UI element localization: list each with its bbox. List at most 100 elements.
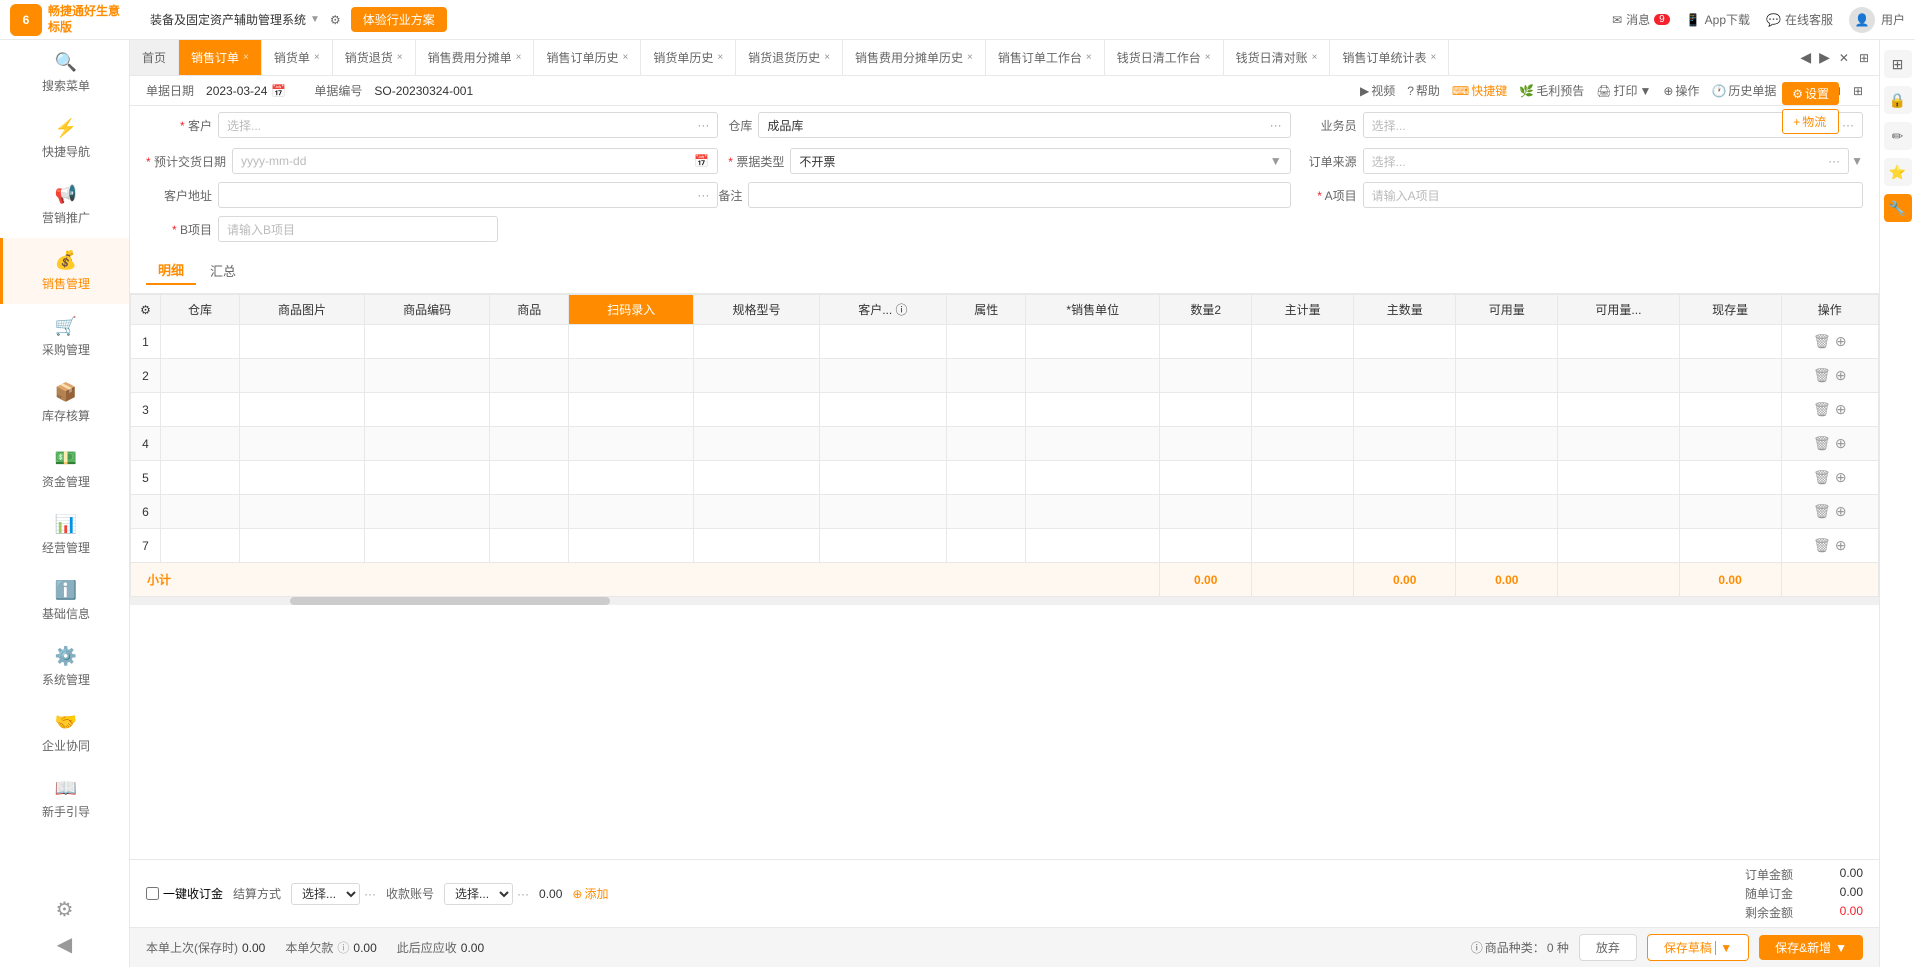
warehouse-input[interactable]: 成品库 ··· [758,112,1290,138]
tab-order-stats[interactable]: 销售订单统计表 × [1330,40,1449,76]
sidebar-item-collab[interactable]: 🤝 企业协同 [0,700,129,766]
help-btn[interactable]: ? 帮助 [1407,82,1440,99]
history-btn[interactable]: 🕐 历史单据 [1711,82,1776,99]
profit-btn[interactable]: 🌿 毛利预告 [1519,82,1584,99]
tab-return-history[interactable]: 销货退货历史 × [736,40,843,76]
settings-btn[interactable]: ⚙ 设置 [1782,82,1839,105]
right-btn-1[interactable]: ⊞ [1884,50,1912,78]
app-download-btn[interactable]: 📱 App下载 [1686,11,1750,28]
delivery-calendar-icon[interactable]: 📅 [694,154,709,168]
material-btn[interactable]: + 物流 [1782,109,1839,134]
tab-close-daily-workbench[interactable]: × [1205,52,1211,63]
row-1-scan[interactable] [569,325,694,359]
row-1-cust-attr[interactable] [819,325,947,359]
row-6-copy-icon[interactable]: ⊕ [1835,503,1847,520]
row-1-product[interactable] [490,325,569,359]
discard-btn[interactable]: 放弃 [1579,934,1637,961]
sidebar-item-search[interactable]: 🔍 搜索菜单 [0,40,129,106]
operations-btn[interactable]: ⊕ 操作 [1663,82,1699,99]
tab-close-cost-history[interactable]: × [967,52,973,63]
payment-method-select[interactable]: 选择... [291,883,360,905]
row-3-delete-icon[interactable]: 🗑 [1813,401,1831,418]
print-btn[interactable]: 🖨 打印 ▼ [1596,82,1651,99]
row-1-image[interactable] [239,325,364,359]
row-1-delete-icon[interactable]: 🗑 [1813,333,1831,350]
row-1-code[interactable] [365,325,490,359]
tab-close-return-history[interactable]: × [824,52,830,63]
row-6-delete-icon[interactable]: 🗑 [1813,503,1831,520]
right-btn-4[interactable]: ⭐ [1884,158,1912,186]
row-1-attr[interactable] [947,325,1026,359]
tab-close-daily-reconcile[interactable]: × [1312,52,1318,63]
tab-cost-split[interactable]: 销售费用分摊单 × [416,40,535,76]
sidebar-item-finance[interactable]: 💵 资金管理 [0,436,129,502]
delivery-date-input[interactable]: yyyy-mm-dd 📅 [232,148,718,174]
sidebar-item-sales[interactable]: 💰 销售管理 [0,238,129,304]
online-service-btn[interactable]: 💬 在线客服 [1766,11,1833,28]
row-1-warehouse[interactable] [161,325,240,359]
row-2-copy-icon[interactable]: ⊕ [1835,367,1847,384]
row-1-qty2[interactable] [1160,325,1252,359]
tab-more-icon[interactable]: ✕ [1835,51,1853,65]
tab-home[interactable]: 首页 [130,40,179,76]
tab-close-order-stats[interactable]: × [1430,52,1436,63]
sidebar-item-basic[interactable]: ℹ️ 基础信息 [0,568,129,634]
table-container[interactable]: ⚙ 仓库 商品图片 商品编码 商品 扫码录入 规格型号 客户... ⓘ 属性 *… [130,294,1879,859]
shortcut-btn[interactable]: ⌨ 快捷键 [1452,82,1507,99]
tab-daily-workbench[interactable]: 钱货日清工作台 × [1105,40,1224,76]
row-7-copy-icon[interactable]: ⊕ [1835,537,1847,554]
message-btn[interactable]: ✉ 消息 9 [1612,11,1670,28]
one-click-checkbox[interactable]: 一键收订金 [146,885,223,902]
row-7-delete-icon[interactable]: 🗑 [1813,537,1831,554]
row-4-delete-icon[interactable]: 🗑 [1813,435,1831,452]
row-2-delete-icon[interactable]: 🗑 [1813,367,1831,384]
invoice-type-select[interactable]: 不开票 ▼ [790,148,1290,174]
sidebar-item-purchase[interactable]: 🛒 采购管理 [0,304,129,370]
tab-close-cost[interactable]: × [516,52,522,63]
tab-close-goods[interactable]: × [314,52,320,63]
sidebar-item-guide[interactable]: 📖 新手引导 [0,766,129,832]
tab-cost-history[interactable]: 销售费用分摊单历史 × [843,40,986,76]
tab-close-order-history[interactable]: × [622,52,628,63]
view-btn[interactable]: ▶ 视频 [1360,82,1395,99]
row-1-spec[interactable] [694,325,819,359]
right-btn-3[interactable]: ✏ [1884,122,1912,150]
tab-close-return[interactable]: × [397,52,403,63]
tab-sales-goods[interactable]: 销货单 × [262,40,333,76]
tab-close-sales-order[interactable]: × [243,52,249,63]
sidebar-settings-icon[interactable]: ⚙ [56,897,74,922]
col-scan[interactable]: 扫码录入 [569,295,694,325]
save-draft-btn[interactable]: 保存草稿 ▼ [1647,934,1749,961]
tab-detail[interactable]: 明细 [146,256,196,285]
row-1-unit[interactable] [1026,325,1160,359]
row-4-copy-icon[interactable]: ⊕ [1835,435,1847,452]
receipt-account-select[interactable]: 选择... [444,883,513,905]
tab-close-order-workbench[interactable]: × [1086,52,1092,63]
sidebar-item-marketing[interactable]: 📢 营销推广 [0,172,129,238]
gear-icon[interactable]: ⚙ [330,13,341,27]
tab-order-history[interactable]: 销售订单历史 × [534,40,641,76]
tab-prev-icon[interactable]: ◀ [1797,49,1814,66]
row-1-avail[interactable] [1456,325,1558,359]
col-settings[interactable]: ⚙ [131,295,161,325]
tab-next-icon[interactable]: ▶ [1816,49,1833,66]
row-3-copy-icon[interactable]: ⊕ [1835,401,1847,418]
row-1-copy-icon[interactable]: ⊕ [1835,333,1847,350]
save-new-btn[interactable]: 保存&新增 ▼ [1759,935,1863,960]
horizontal-scrollbar[interactable] [130,597,1879,605]
tab-close-goods-history[interactable]: × [717,52,723,63]
row-5-delete-icon[interactable]: 🗑 [1813,469,1831,486]
row-1-current[interactable] [1679,325,1781,359]
row-2-warehouse[interactable] [161,359,240,393]
tab-summary[interactable]: 汇总 [198,257,248,284]
row-1-main-unit[interactable] [1252,325,1354,359]
row-5-copy-icon[interactable]: ⊕ [1835,469,1847,486]
one-click-check[interactable] [146,887,159,900]
order-source-input[interactable]: 选择... ··· [1363,148,1849,174]
tab-sales-return[interactable]: 销货退货 × [333,40,416,76]
note-input[interactable] [748,182,1290,208]
sidebar-collapse-icon[interactable]: ◀ [57,932,72,957]
tab-daily-reconcile[interactable]: 钱货日清对账 × [1224,40,1331,76]
user-menu[interactable]: 👤 用户 [1849,7,1905,33]
sidebar-item-management[interactable]: 📊 经营管理 [0,502,129,568]
